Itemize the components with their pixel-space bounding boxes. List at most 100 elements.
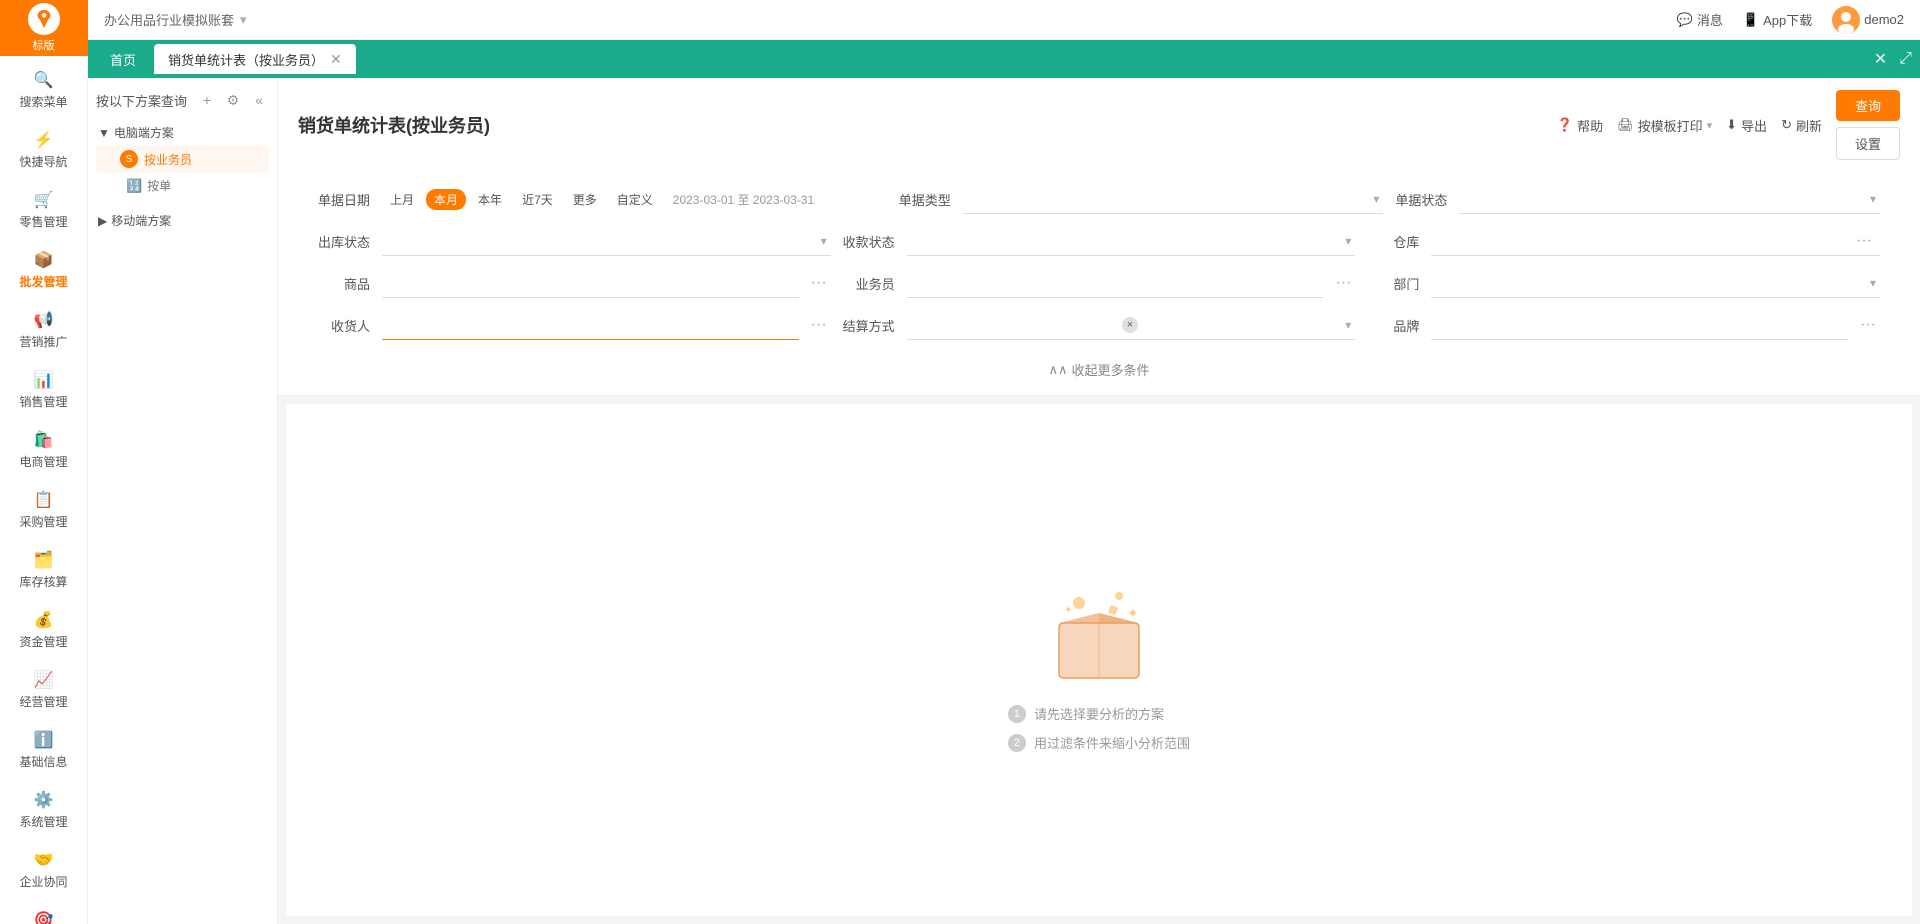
sidebar-item-retail[interactable]: 🛒 零售管理 [4,182,84,238]
receipt-status-field: ▾ [907,226,1356,256]
hint-num-1: 1 [1008,705,1026,723]
refresh-icon: ↻ [1781,117,1792,133]
collapse-up-icon: ∧∧ [1048,362,1067,378]
tab-close-icon[interactable]: ✕ [330,51,342,68]
warehouse-dots-icon[interactable]: ··· [1852,232,1876,250]
window-maximize-btn[interactable]: ⤢ [1899,50,1912,68]
filter-row-3: 商品 ··· 业务员 ··· 部门 [318,268,1880,298]
goods-input[interactable] [382,268,799,298]
tab-report[interactable]: 销货单统计表（按业务员） ✕ [154,44,356,74]
filter-row-4: 收货人 ··· 结算方式 × ▾ [318,310,1880,340]
goods-dots-icon[interactable]: ··· [807,274,831,292]
page-title: 销货单统计表(按业务员) [298,112,490,138]
tab-report-label: 销货单统计表（按业务员） [168,50,324,69]
doc-status-select[interactable]: ▾ [1459,184,1880,214]
tree-item-salesperson[interactable]: S 按业务员 [96,145,269,173]
brand-dots-icon[interactable]: ··· [1856,316,1880,334]
date-pill-custom[interactable]: 自定义 [609,189,661,210]
query-button[interactable]: 查询 [1836,90,1900,121]
logo-tagline: 标版 [33,37,55,53]
salesperson-scheme-icon: S [120,150,138,168]
sidebar: 标版 🔍 搜索菜单 ⚡ 快捷导航 🛒 零售管理 📦 批发管理 📢 营销推广 📊 … [0,0,88,924]
logo-icon [28,3,60,35]
sidebar-item-purchase[interactable]: 📋 采购管理 [4,482,84,538]
sidebar-item-sales[interactable]: 📊 销售管理 [4,362,84,418]
export-icon: ⬇ [1726,117,1737,133]
sidebar-item-inventory[interactable]: 🗂️ 库存核算 [4,542,84,598]
sidebar-item-ecommerce[interactable]: 🛍️ 电商管理 [4,422,84,478]
salesperson-input[interactable] [907,268,1324,298]
payment-method-select[interactable]: × ▾ [907,310,1356,340]
export-btn[interactable]: ⬇ 导出 [1726,116,1767,135]
brand-input[interactable] [1431,310,1848,340]
doc-status-label: 单据状态 [1395,190,1447,209]
app-icon: 📱 [1743,12,1759,28]
breadcrumb-dropdown-icon[interactable]: ▾ [240,12,247,28]
collapse-panel-btn[interactable]: « [249,90,269,110]
tree-group-desktop-title[interactable]: ▼ 电脑端方案 [96,120,269,145]
svg-text:✦: ✦ [1064,605,1072,616]
payment-method-clear-btn[interactable]: × [1122,317,1138,333]
sidebar-item-operation[interactable]: 📈 经营管理 [4,662,84,718]
empty-illustration: ✦ ✦ [1039,568,1159,688]
user-menu-btn[interactable]: demo2 [1832,6,1904,34]
left-panel-title: 按以下方案查询 + ⚙ « [96,90,269,110]
help-btn[interactable]: ❓ 帮助 [1557,116,1603,135]
tab-home[interactable]: 首页 [96,44,150,74]
sidebar-item-enterprise[interactable]: 🤝 企业协同 [4,842,84,898]
tree-group-mobile-title[interactable]: ▶ 移动端方案 [96,208,269,233]
sidebar-item-quick[interactable]: ⚡ 快捷导航 [4,122,84,178]
dept-field: ▾ [1431,268,1880,298]
doc-type-select[interactable]: ▾ [963,184,1384,214]
goods-field: ··· [382,268,831,298]
window-close-btn[interactable]: ✕ [1874,49,1887,69]
settings-button[interactable]: 设置 [1836,127,1900,160]
add-scheme-btn[interactable]: + [197,90,217,110]
date-pill-this-month[interactable]: 本月 [426,189,466,210]
table-area: ✦ ✦ 1 请先选择要分析的方案 2 用过滤条件来缩小分析范围 [286,404,1912,916]
page-header-top: 销货单统计表(按业务员) ❓ 帮助 🖨 按模板打印 ▾ ⬇ [298,90,1900,160]
receiver-input[interactable] [382,310,799,340]
collapse-btn[interactable]: ∧∧ 收起更多条件 [318,352,1880,383]
filter-row-2: 出库状态 ▾ 收款状态 ▾ [318,226,1880,256]
date-pill-7days[interactable]: 近7天 [514,189,561,210]
sidebar-item-wholesale[interactable]: 📦 批发管理 [4,242,84,298]
app-download-btn[interactable]: 📱 App下载 [1743,10,1812,29]
date-pill-last-month[interactable]: 上月 [382,189,422,210]
retail-icon: 🛒 [34,190,54,210]
sidebar-item-basic[interactable]: ℹ️ 基础信息 [4,722,84,778]
sidebar-item-system[interactable]: ⚙️ 系统管理 [4,782,84,838]
out-status-select[interactable]: ▾ [382,226,831,256]
brand-field: ··· [1431,310,1880,340]
date-field: 上月 本月 本年 近7天 更多 自定义 2023-03-01 至 2023-03… [382,189,887,210]
ecommerce-icon: 🛍️ [34,430,54,450]
tabbar-right: ✕ ⤢ [1874,49,1912,69]
filter-area: 单据日期 上月 本月 本年 近7天 更多 自定义 2023-03-01 至 20… [298,172,1900,395]
inventory-icon: 🗂️ [34,550,54,570]
quick-icon: ⚡ [34,130,54,150]
topbar-right: 💬 消息 📱 App下载 demo2 [1677,6,1904,34]
sidebar-item-finance[interactable]: 💰 资金管理 [4,602,84,658]
warehouse-select[interactable]: ··· [1431,226,1880,256]
dept-select[interactable]: ▾ [1431,268,1880,298]
sales-icon: 📊 [34,370,54,390]
doc-status-chevron-icon: ▾ [1870,192,1876,206]
svg-text:✦: ✦ [1127,605,1139,621]
date-pill-this-year[interactable]: 本年 [470,189,510,210]
sidebar-item-search[interactable]: 🔍 搜索菜单 [4,62,84,118]
refresh-btn[interactable]: ↻ 刷新 [1781,116,1822,135]
byorder-icon: 🔢 [126,178,142,194]
scheme-settings-btn[interactable]: ⚙ [223,90,243,110]
receiver-dots-icon[interactable]: ··· [807,316,831,334]
receipt-status-chevron-icon: ▾ [1345,234,1351,248]
doc-type-label: 单据类型 [899,190,951,209]
warehouse-field: ··· [1431,226,1880,256]
sidebar-item-marketing[interactable]: 📢 营销推广 [4,302,84,358]
sidebar-item-newbie[interactable]: 🎯 新手引导 [4,902,84,924]
date-pill-more[interactable]: 更多 [565,189,605,210]
tree-item-byorder[interactable]: 🔢 按单 [96,173,269,198]
message-btn[interactable]: 💬 消息 [1677,10,1723,29]
salesperson-dots-icon[interactable]: ··· [1331,274,1355,292]
print-btn[interactable]: 🖨 按模板打印 ▾ [1617,116,1712,135]
receipt-status-select[interactable]: ▾ [907,226,1356,256]
